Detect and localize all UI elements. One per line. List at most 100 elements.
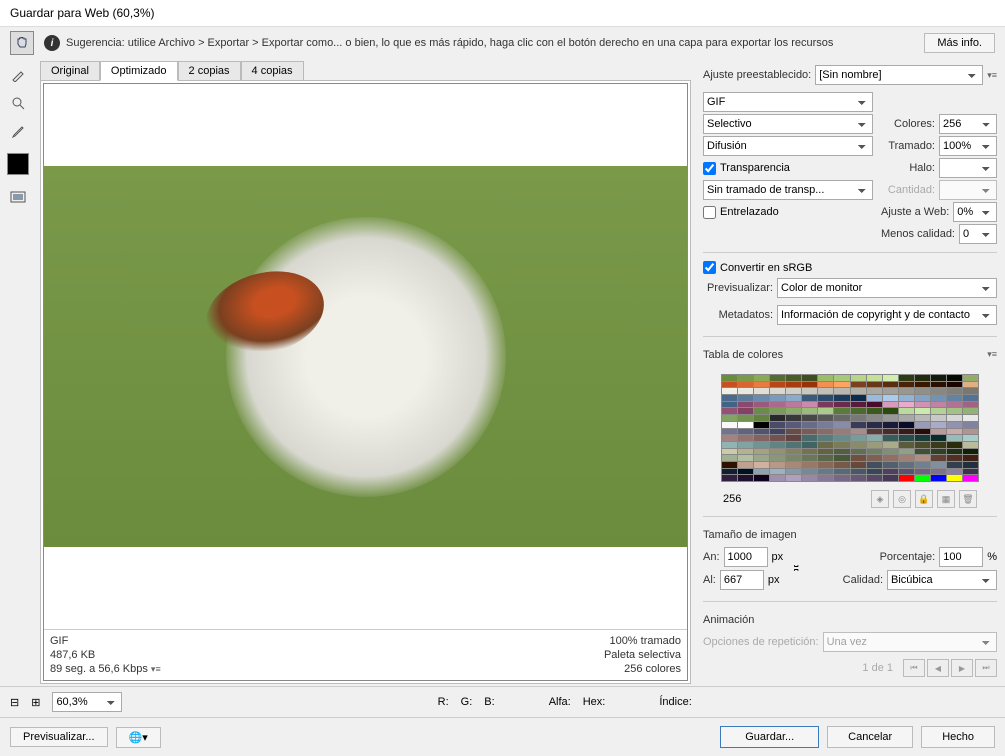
color-swatch-cell[interactable]: [851, 429, 866, 435]
color-swatch-cell[interactable]: [931, 435, 946, 441]
color-swatch-cell[interactable]: [786, 455, 801, 461]
color-swatch-cell[interactable]: [883, 402, 898, 408]
color-swatch-cell[interactable]: [770, 408, 785, 414]
color-swatch-cell[interactable]: [947, 388, 962, 394]
color-swatch-cell[interactable]: [834, 462, 849, 468]
color-swatch-cell[interactable]: [738, 388, 753, 394]
color-swatch-cell[interactable]: [931, 375, 946, 381]
tab-2up[interactable]: 2 copias: [178, 61, 241, 81]
color-swatch-cell[interactable]: [963, 375, 978, 381]
color-swatch-cell[interactable]: [770, 449, 785, 455]
color-swatch-cell[interactable]: [851, 435, 866, 441]
color-swatch-cell[interactable]: [899, 395, 914, 401]
color-swatch-cell[interactable]: [899, 469, 914, 475]
color-swatch-cell[interactable]: [722, 395, 737, 401]
interlaced-checkbox[interactable]: [703, 206, 716, 219]
slice-tool-icon[interactable]: [6, 63, 30, 87]
color-swatch-cell[interactable]: [915, 375, 930, 381]
color-swatch-cell[interactable]: [738, 402, 753, 408]
color-swatch-cell[interactable]: [883, 449, 898, 455]
color-swatch-cell[interactable]: [963, 395, 978, 401]
color-swatch-cell[interactable]: [722, 382, 737, 388]
eyedropper-tool-icon[interactable]: [6, 119, 30, 143]
color-swatch-cell[interactable]: [802, 408, 817, 414]
color-swatch-cell[interactable]: [770, 429, 785, 435]
color-swatch-cell[interactable]: [722, 408, 737, 414]
color-swatch-cell[interactable]: [786, 402, 801, 408]
quality-select[interactable]: Bicúbica: [887, 570, 997, 590]
color-swatch-cell[interactable]: [867, 415, 882, 421]
color-swatch-cell[interactable]: [770, 435, 785, 441]
color-swatch-cell[interactable]: [851, 395, 866, 401]
color-swatch-cell[interactable]: [931, 442, 946, 448]
hand-tool-icon[interactable]: [10, 31, 34, 55]
color-swatch-cell[interactable]: [834, 449, 849, 455]
color-swatch-cell[interactable]: [899, 435, 914, 441]
color-swatch-cell[interactable]: [818, 462, 833, 468]
color-swatch-cell[interactable]: [738, 429, 753, 435]
color-swatch-cell[interactable]: [802, 469, 817, 475]
color-swatch-cell[interactable]: [883, 455, 898, 461]
color-swatch-cell[interactable]: [899, 408, 914, 414]
cancel-button[interactable]: Cancelar: [827, 726, 913, 748]
more-info-button[interactable]: Más info.: [924, 33, 995, 53]
color-swatch-cell[interactable]: [834, 375, 849, 381]
color-swatch-cell[interactable]: [899, 442, 914, 448]
color-swatch-cell[interactable]: [915, 475, 930, 481]
color-swatch-cell[interactable]: [867, 449, 882, 455]
color-swatch-cell[interactable]: [899, 455, 914, 461]
color-swatch-cell[interactable]: [770, 475, 785, 481]
color-swatch-cell[interactable]: [931, 402, 946, 408]
color-swatch-cell[interactable]: [834, 395, 849, 401]
color-swatch-cell[interactable]: [834, 429, 849, 435]
preview-button[interactable]: Previsualizar...: [10, 727, 108, 747]
format-select[interactable]: GIF: [703, 92, 873, 112]
color-swatch-cell[interactable]: [738, 395, 753, 401]
color-swatch-cell[interactable]: [851, 422, 866, 428]
color-swatch-cell[interactable]: [851, 382, 866, 388]
color-swatch-cell[interactable]: [915, 469, 930, 475]
color-swatch-cell[interactable]: [963, 408, 978, 414]
color-swatch-cell[interactable]: [915, 442, 930, 448]
color-swatch-cell[interactable]: [754, 455, 769, 461]
color-swatch-cell[interactable]: [770, 375, 785, 381]
color-swatch-cell[interactable]: [883, 429, 898, 435]
color-swatch-cell[interactable]: [722, 402, 737, 408]
color-swatch-cell[interactable]: [754, 435, 769, 441]
color-swatch-cell[interactable]: [883, 435, 898, 441]
color-swatch-cell[interactable]: [818, 395, 833, 401]
tab-optimized[interactable]: Optimizado: [100, 61, 178, 81]
color-swatch-cell[interactable]: [834, 469, 849, 475]
color-swatch-cell[interactable]: [931, 408, 946, 414]
color-swatch-cell[interactable]: [818, 455, 833, 461]
color-swatch-cell[interactable]: [883, 395, 898, 401]
color-swatch-cell[interactable]: [786, 462, 801, 468]
color-swatch-cell[interactable]: [931, 469, 946, 475]
color-swatch-cell[interactable]: [947, 429, 962, 435]
color-swatch-cell[interactable]: [786, 422, 801, 428]
ct-lock-icon[interactable]: 🔒: [915, 490, 933, 508]
color-swatch-cell[interactable]: [883, 408, 898, 414]
color-swatch-cell[interactable]: [947, 455, 962, 461]
color-swatch-cell[interactable]: [931, 455, 946, 461]
color-swatch-cell[interactable]: [899, 422, 914, 428]
color-swatch-cell[interactable]: [770, 469, 785, 475]
color-swatch-cell[interactable]: [786, 475, 801, 481]
color-swatch-cell[interactable]: [754, 408, 769, 414]
color-swatch-cell[interactable]: [931, 475, 946, 481]
color-swatch-cell[interactable]: [722, 375, 737, 381]
slice-visibility-icon[interactable]: [6, 185, 30, 209]
color-swatch-cell[interactable]: [802, 402, 817, 408]
color-swatch-cell[interactable]: [754, 422, 769, 428]
color-swatch-cell[interactable]: [722, 442, 737, 448]
color-swatch-cell[interactable]: [931, 382, 946, 388]
color-swatch-cell[interactable]: [947, 415, 962, 421]
width-input[interactable]: [724, 547, 768, 567]
color-swatch-cell[interactable]: [899, 415, 914, 421]
color-swatch-cell[interactable]: [738, 375, 753, 381]
color-swatch-cell[interactable]: [802, 395, 817, 401]
done-button[interactable]: Hecho: [921, 726, 995, 748]
color-swatch-cell[interactable]: [770, 402, 785, 408]
color-swatch-cell[interactable]: [883, 462, 898, 468]
color-swatch-cell[interactable]: [786, 408, 801, 414]
